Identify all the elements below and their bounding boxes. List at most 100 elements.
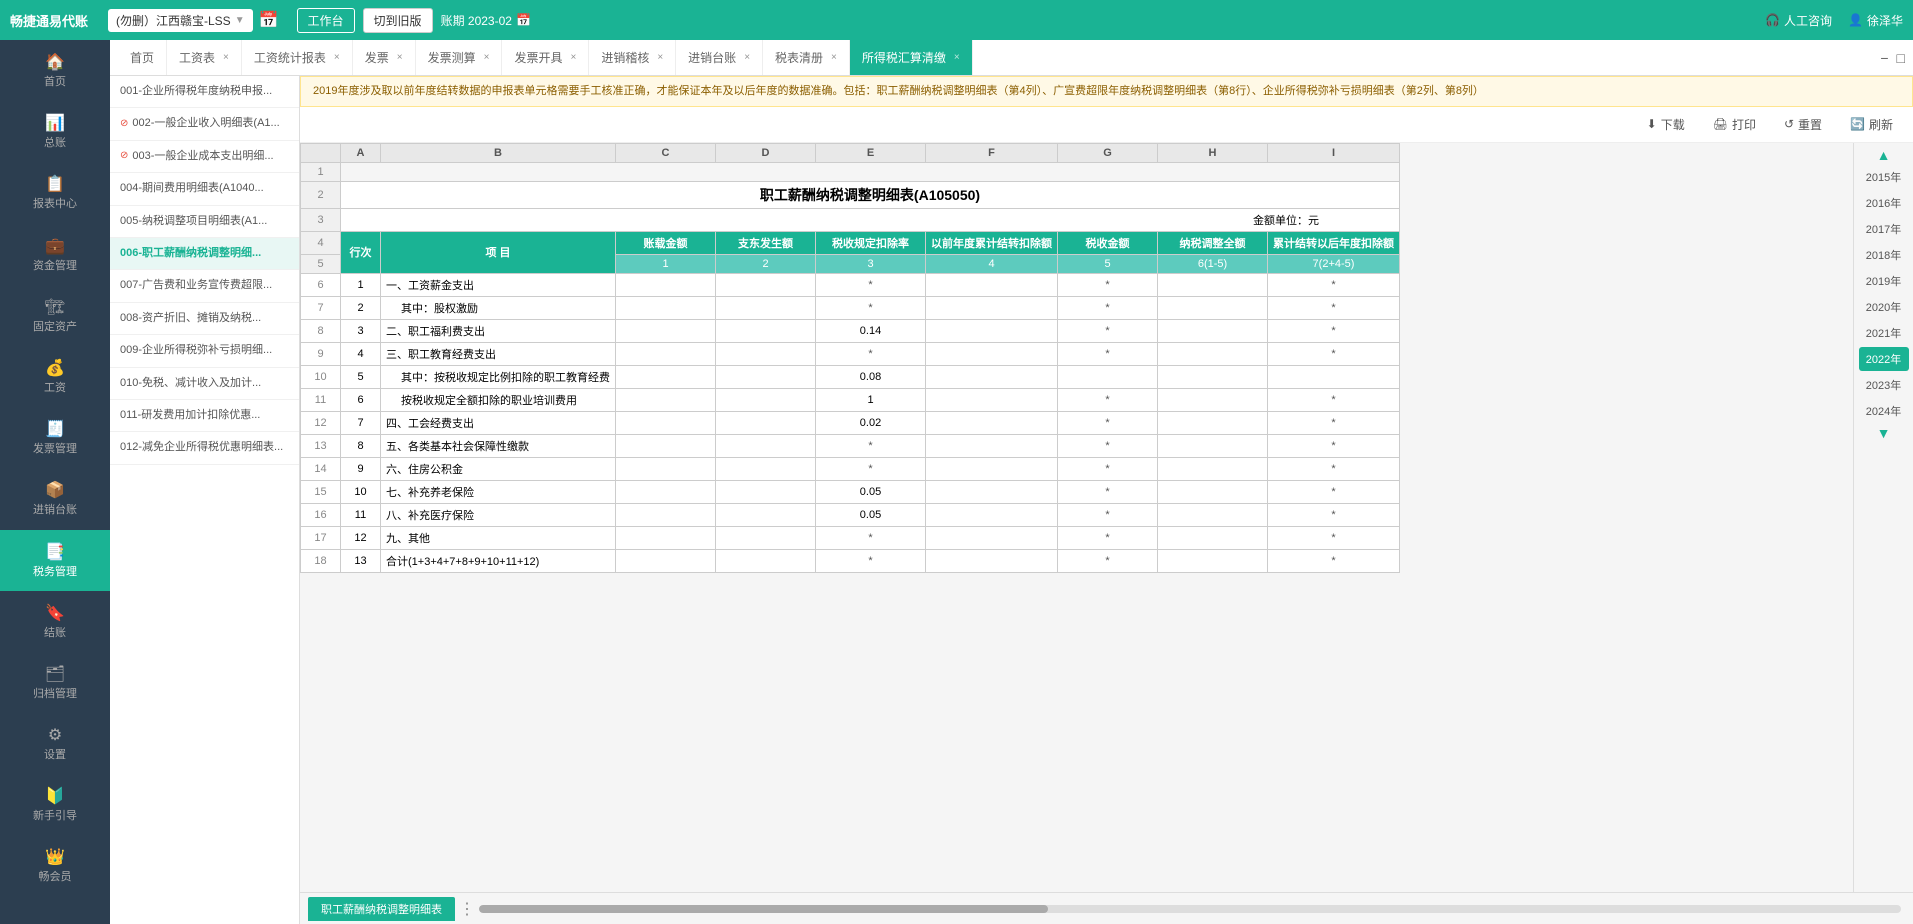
year-2023[interactable]: 2023年 — [1859, 373, 1909, 397]
rownum-4: 4 — [301, 231, 341, 254]
year-nav-down[interactable]: ▼ — [1877, 425, 1891, 441]
left-panel-item-005-label: 005-纳税调整项目明细表(A1... — [120, 214, 267, 229]
left-panel-item-009[interactable]: 009-企业所得税弥补亏损明细... — [110, 335, 299, 367]
customer-service[interactable]: 🎧 人工咨询 — [1765, 12, 1832, 29]
sidebar-item-guide-label: 新手引导 — [33, 810, 77, 823]
sidebar-item-fixed[interactable]: 🏗 固定资产 — [0, 285, 110, 346]
sidebar-item-settle[interactable]: 🔖 结账 — [0, 591, 110, 652]
tab-purchase-ledger[interactable]: 进销台账 × — [676, 40, 763, 76]
left-panel-item-012[interactable]: 012-减免企业所得税优惠明细表... — [110, 432, 299, 464]
left-panel-item-007[interactable]: 007-广告费和业务宣传费超限... — [110, 270, 299, 302]
spreadsheet-area: 2019年度涉及取以前年度结转数据的申报表单元格需要手工核准正确，才能保证本年及… — [300, 76, 1913, 924]
year-nav-up[interactable]: ▲ — [1877, 147, 1891, 163]
sidebar-item-tax[interactable]: 📑 税务管理 — [0, 530, 110, 591]
period-label: 账期 2023-02 — [441, 12, 512, 29]
tab-payroll[interactable]: 工资表 × — [167, 40, 242, 76]
sidebar-item-reports-label: 报表中心 — [33, 198, 77, 211]
tab-invoice-issue[interactable]: 发票开具 × — [502, 40, 589, 76]
refresh-icon: 🔄 — [1850, 117, 1865, 131]
sidebar-item-settings[interactable]: ⚙ 设置 — [0, 713, 110, 774]
tab-payroll-close[interactable]: × — [223, 52, 229, 63]
user-info[interactable]: 👤 徐泽华 — [1848, 12, 1903, 29]
year-2022[interactable]: 2022年 — [1859, 347, 1909, 371]
switch-button[interactable]: 切到旧版 — [363, 8, 433, 33]
tab-purchase-check[interactable]: 进销稽核 × — [589, 40, 676, 76]
tab-purchase-ledger-close[interactable]: × — [744, 52, 750, 63]
sidebar-item-payroll[interactable]: 💰 工资 — [0, 346, 110, 407]
tab-payroll-stats-close[interactable]: × — [334, 52, 340, 63]
sidebar-item-guide[interactable]: 🔰 新手引导 — [0, 774, 110, 835]
tab-income-tax[interactable]: 所得税汇算清缴 × — [850, 40, 973, 76]
year-2021[interactable]: 2021年 — [1859, 321, 1909, 345]
home-icon: 🏠 — [45, 52, 65, 72]
tab-purchase-check-close[interactable]: × — [657, 52, 663, 63]
warning-bar: 2019年度涉及取以前年度结转数据的申报表单元格需要手工核准正确，才能保证本年及… — [300, 76, 1913, 107]
left-panel-item-011[interactable]: 011-研发费用加计扣除优惠... — [110, 400, 299, 432]
year-2020[interactable]: 2020年 — [1859, 295, 1909, 319]
left-panel-item-008[interactable]: 008-资产折旧、摊销及纳税... — [110, 303, 299, 335]
row-3: 3 金额单位：元 — [301, 208, 1400, 231]
tab-tax-register[interactable]: 税表清册 × — [763, 40, 850, 76]
left-panel-item-010[interactable]: 010-免税、减计收入及加计... — [110, 368, 299, 400]
year-2024[interactable]: 2024年 — [1859, 399, 1909, 423]
left-panel-item-001[interactable]: 001-企业所得税年度纳税申报... — [110, 76, 299, 108]
sidebar-item-vip[interactable]: 👑 畅会员 — [0, 835, 110, 896]
left-panel-item-011-label: 011-研发费用加计扣除优惠... — [120, 408, 260, 423]
sidebar-item-reports[interactable]: 📋 报表中心 — [0, 162, 110, 223]
sidebar-item-archive[interactable]: 🗂 归档管理 — [0, 652, 110, 713]
sidebar-item-ledger[interactable]: 📊 总账 — [0, 101, 110, 162]
tab-tax-register-close[interactable]: × — [831, 52, 837, 63]
more-options-icon[interactable]: ⋮ — [459, 899, 475, 919]
print-button[interactable]: 🖨 打印 — [1705, 113, 1764, 136]
tab-home[interactable]: 首页 — [118, 40, 167, 76]
tab-bar: 首页 工资表 × 工资统计报表 × 发票 × 发票测算 × — [110, 40, 1913, 76]
sidebar-item-invoice-label: 发票管理 — [33, 443, 77, 456]
refresh-button[interactable]: 🔄 刷新 — [1842, 113, 1901, 136]
year-2015[interactable]: 2015年 — [1859, 165, 1909, 189]
bottom-tab-salary[interactable]: 职工薪酬纳税调整明细表 — [308, 897, 455, 921]
sidebar-item-archive-label: 归档管理 — [33, 688, 77, 701]
tab-payroll-stats[interactable]: 工资统计报表 × — [242, 40, 353, 76]
year-2018[interactable]: 2018年 — [1859, 243, 1909, 267]
error-icon-002: ⊘ — [120, 117, 128, 131]
col-f-header: F — [926, 143, 1058, 162]
left-panel-item-005[interactable]: 005-纳税调整项目明细表(A1... — [110, 206, 299, 238]
tab-invoice-issue-close[interactable]: × — [570, 52, 576, 63]
sidebar-item-home-label: 首页 — [44, 76, 66, 89]
year-2019[interactable]: 2019年 — [1859, 269, 1909, 293]
left-panel-item-002[interactable]: ⊘ 002-一般企业收入明细表(A1... — [110, 108, 299, 140]
tab-minimize-button[interactable]: − — [1880, 50, 1888, 66]
sheet-title: 职工薪酬纳税调整明细表(A105050) — [341, 181, 1400, 208]
sidebar-item-purchase[interactable]: 📦 进销台账 — [0, 468, 110, 529]
rownum-2: 2 — [301, 181, 341, 208]
spreadsheet-wrapper[interactable]: ▲ 2015年 2016年 2017年 2018年 2019年 2020年 20… — [300, 143, 1913, 893]
reset-button[interactable]: ↺ 重置 — [1776, 113, 1830, 136]
content-area: 首页 工资表 × 工资统计报表 × 发票 × 发票测算 × — [110, 40, 1913, 924]
download-button[interactable]: ⬇ 下载 — [1639, 113, 1693, 136]
sidebar-item-invoice[interactable]: 🧾 发票管理 — [0, 407, 110, 468]
tab-maximize-button[interactable]: □ — [1897, 50, 1905, 66]
payroll-icon: 💰 — [45, 358, 65, 378]
left-panel-item-006[interactable]: 006-职工薪酬纳税调整明细... — [110, 238, 299, 270]
top-bar-right: 🎧 人工咨询 👤 徐泽华 — [1765, 12, 1903, 29]
tab-income-tax-close[interactable]: × — [954, 52, 960, 63]
sidebar-item-fixed-label: 固定资产 — [33, 321, 77, 334]
horizontal-scrollbar[interactable] — [479, 905, 1901, 913]
tab-invoice-close[interactable]: × — [397, 52, 403, 63]
row-1-content — [341, 162, 1400, 181]
company-selector[interactable]: (勿删）江西赣宝-LSS ▼ — [108, 9, 253, 32]
workbench-button[interactable]: 工作台 — [297, 8, 355, 33]
main-layout: 🏠 首页 📊 总账 📋 报表中心 💼 资金管理 🏗 固定资产 💰 工资 — [0, 40, 1913, 924]
bottom-tab-bar: 职工薪酬纳税调整明细表 ⋮ — [300, 892, 1913, 924]
sidebar-item-home[interactable]: 🏠 首页 — [0, 40, 110, 101]
left-panel-item-004[interactable]: 004-期间费用明细表(A1040... — [110, 173, 299, 205]
left-panel-item-003[interactable]: ⊘ 003-一般企业成本支出明细... — [110, 141, 299, 173]
row-4: 4 行次 项 目 账载金额 支东发生额 税收规定扣除率 以前年度累计结转扣除额 … — [301, 231, 1400, 254]
tab-invoice-calc[interactable]: 发票测算 × — [416, 40, 503, 76]
year-2017[interactable]: 2017年 — [1859, 217, 1909, 241]
tab-invoice-calc-close[interactable]: × — [484, 52, 490, 63]
sidebar-item-assets[interactable]: 💼 资金管理 — [0, 224, 110, 285]
sidebar-item-purchase-label: 进销台账 — [33, 504, 77, 517]
year-2016[interactable]: 2016年 — [1859, 191, 1909, 215]
tab-invoice[interactable]: 发票 × — [353, 40, 416, 76]
